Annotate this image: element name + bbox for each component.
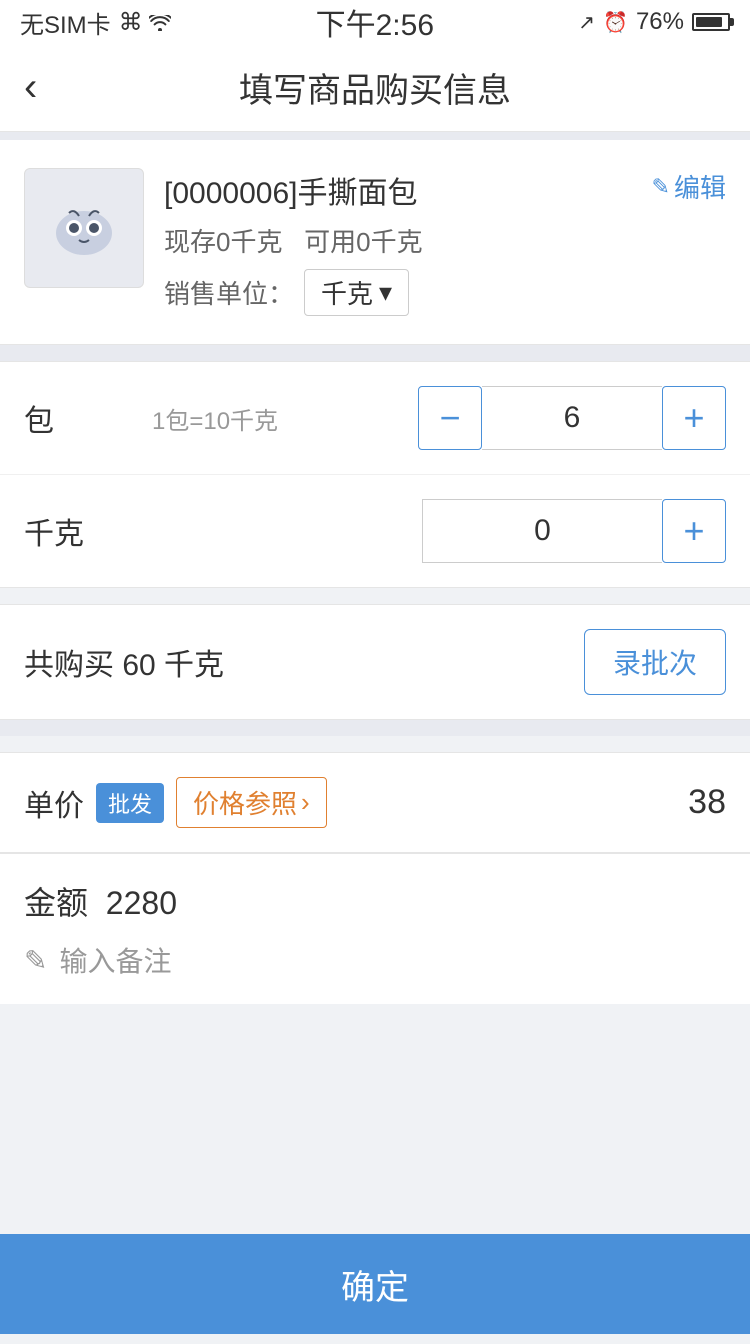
product-image <box>24 168 144 288</box>
carrier-text: 无SIM卡 <box>20 5 111 40</box>
package-input[interactable] <box>482 386 662 450</box>
battery-icon <box>692 13 730 31</box>
confirm-button[interactable]: 确定 <box>341 1260 409 1309</box>
price-section: 单价 批发 价格参照 › 38 <box>0 752 750 853</box>
price-tag: 批发 <box>96 783 164 823</box>
summary-text: 共购买 60 千克 <box>24 640 224 684</box>
amount-section: 金额 2280 ✎ 输入备注 <box>0 853 750 1004</box>
price-label: 单价 <box>24 781 84 825</box>
section-divider-2 <box>0 720 750 736</box>
section-divider <box>0 345 750 361</box>
amount-text: 金额 2280 <box>24 878 726 924</box>
batch-button[interactable]: 录批次 <box>584 629 726 695</box>
alarm-icon: ⏰ <box>603 10 628 35</box>
product-info: [0000006]手撕面包 现存0千克 可用0千克 销售单位： 千克 ▾ <box>164 168 726 316</box>
edit-button[interactable]: ✎ 编辑 <box>652 168 726 205</box>
battery-percent: 76% <box>636 8 684 36</box>
kg-row: 千克 + <box>0 475 750 587</box>
summary-row: 共购买 60 千克 录批次 <box>0 604 750 720</box>
price-ref-button[interactable]: 价格参照 › <box>176 777 327 828</box>
status-right: ↗ ⏰ 76% <box>578 8 730 36</box>
package-row: 包 1包=10千克 − + <box>0 362 750 475</box>
package-minus-button[interactable]: − <box>418 386 482 450</box>
back-button[interactable]: ‹ <box>24 65 37 110</box>
remark-text: 输入备注 <box>59 940 171 980</box>
status-time: 下午2:56 <box>316 0 434 44</box>
confirm-bar[interactable]: 确定 <box>0 1234 750 1334</box>
kg-input[interactable] <box>422 499 662 563</box>
wifi-icon: ⌘ <box>119 8 172 37</box>
unit-selector[interactable]: 千克 ▾ <box>304 269 409 316</box>
kg-stepper: + <box>422 499 726 563</box>
kg-plus-button[interactable]: + <box>662 499 726 563</box>
package-hint: 1包=10千克 <box>152 401 278 436</box>
product-stock: 现存0千克 可用0千克 <box>164 222 726 259</box>
product-name: [0000006]手撕面包 <box>164 168 726 212</box>
status-bar: 无SIM卡 ⌘ 下午2:56 ↗ ⏰ 76% <box>0 0 750 44</box>
kg-label: 千克 <box>24 509 144 553</box>
input-section: 包 1包=10千克 − + 千克 + <box>0 361 750 588</box>
product-card: [0000006]手撕面包 现存0千克 可用0千克 销售单位： 千克 ▾ ✎ 编… <box>0 132 750 345</box>
remark-row[interactable]: ✎ 输入备注 <box>24 940 726 980</box>
package-label: 包 <box>24 396 144 440</box>
price-value: 38 <box>688 783 726 822</box>
page-title: 填写商品购买信息 <box>239 63 511 112</box>
location-icon: ↗ <box>578 10 595 35</box>
status-left: 无SIM卡 ⌘ <box>20 5 171 40</box>
product-unit-row: 销售单位： 千克 ▾ <box>164 269 726 316</box>
remark-icon: ✎ <box>24 944 47 977</box>
package-plus-button[interactable]: + <box>662 386 726 450</box>
nav-bar: ‹ 填写商品购买信息 <box>0 44 750 132</box>
package-stepper: − + <box>418 386 726 450</box>
